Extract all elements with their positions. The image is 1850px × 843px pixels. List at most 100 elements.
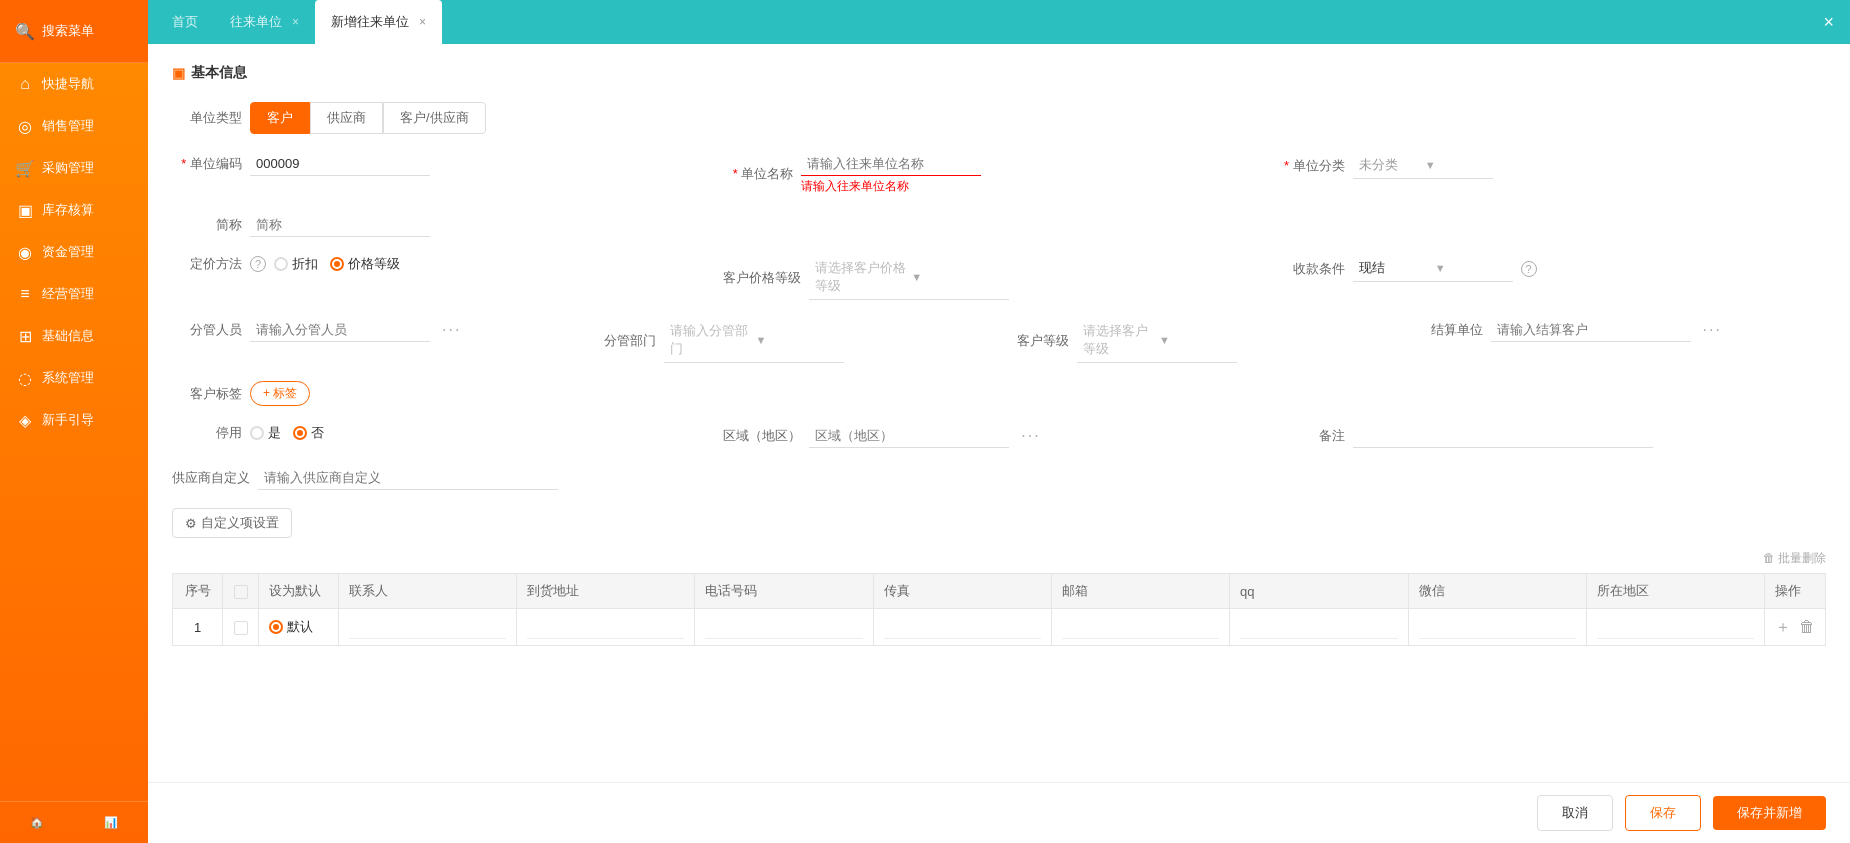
row-region[interactable] [1586, 609, 1764, 646]
customer-price-placeholder: 请选择客户价格等级 [815, 259, 907, 295]
save-and-new-button[interactable]: 保存并新增 [1713, 796, 1826, 830]
sidebar-item-quick-nav[interactable]: ⌂ 快捷导航 [0, 63, 148, 105]
select-all-checkbox[interactable] [234, 585, 248, 599]
contact-input[interactable] [349, 615, 506, 639]
manager-input[interactable] [250, 318, 430, 342]
chevron-down-icon: ▼ [911, 271, 1003, 283]
add-row-button[interactable]: ＋ [1775, 617, 1791, 638]
pricing-radio-group: 折扣 价格等级 [274, 255, 400, 273]
qq-input[interactable] [1240, 615, 1397, 639]
default-label: 默认 [287, 618, 313, 636]
disabled-yes[interactable]: 是 [250, 424, 281, 442]
disabled-no[interactable]: 否 [293, 424, 324, 442]
add-tag-button[interactable]: + 标签 [250, 381, 310, 406]
sidebar-item-purchase[interactable]: 🛒 采购管理 [0, 147, 148, 189]
batch-delete-label[interactable]: 批量删除 [1778, 551, 1826, 565]
default-radio[interactable] [269, 620, 283, 634]
email-input[interactable] [1062, 615, 1219, 639]
discount-radio[interactable] [274, 257, 288, 271]
row-checkbox[interactable] [234, 621, 248, 635]
sidebar-item-basics[interactable]: ⊞ 基础信息 [0, 315, 148, 357]
tab-partners-label: 往来单位 [230, 13, 282, 31]
custom-settings-button[interactable]: ⚙ 自定义项设置 [172, 508, 292, 538]
type-btn-supplier[interactable]: 供应商 [310, 102, 383, 134]
col-contact: 联系人 [339, 574, 517, 609]
payment-terms-select[interactable]: 现结 ▼ [1353, 255, 1513, 282]
default-radio-item[interactable]: 默认 [269, 618, 328, 636]
manager-row: 分管人员 ··· 分管部门 请输入分管部门 ▼ 客户等级 请选择客户等级 ▼ 结… [172, 318, 1826, 363]
customer-level-select[interactable]: 请选择客户等级 ▼ [1077, 318, 1237, 363]
pricing-level[interactable]: 价格等级 [330, 255, 400, 273]
row-contact[interactable] [339, 609, 517, 646]
tab-partners[interactable]: 往来单位 × [214, 0, 315, 44]
sidebar-item-system[interactable]: ◌ 系统管理 [0, 357, 148, 399]
region-more-icon[interactable]: ··· [1017, 427, 1044, 445]
alias-label: 简称 [172, 216, 242, 234]
pricing-discount[interactable]: 折扣 [274, 255, 318, 273]
tab-new-partner[interactable]: 新增往来单位 × [315, 0, 442, 44]
sidebar-item-sales[interactable]: ◎ 销售管理 [0, 105, 148, 147]
region-input2[interactable] [1597, 615, 1754, 639]
alias-input[interactable] [250, 213, 430, 237]
section-title-text: 基本信息 [191, 64, 247, 82]
no-radio[interactable] [293, 426, 307, 440]
unit-info-row: 单位编码 单位名称 请输入往来单位名称 单位分类 未分类 ▼ [172, 152, 1826, 195]
row-email[interactable] [1051, 609, 1229, 646]
address-input[interactable] [527, 615, 684, 639]
row-address[interactable] [517, 609, 695, 646]
sidebar-home-btn[interactable]: 🏠 [0, 810, 74, 835]
tab-new-partner-label: 新增往来单位 [331, 13, 409, 31]
phone-input[interactable] [705, 615, 862, 639]
department-select[interactable]: 请输入分管部门 ▼ [664, 318, 844, 363]
settlement-group: 结算单位 ··· [1413, 318, 1827, 342]
row-fax[interactable] [873, 609, 1051, 646]
sidebar-nav: ⌂ 快捷导航 ◎ 销售管理 🛒 采购管理 ▣ 库存核算 ◉ 资金管理 ≡ 经营管… [0, 63, 148, 441]
delete-row-button[interactable]: 🗑 [1799, 618, 1815, 636]
payment-help-icon[interactable]: ? [1521, 261, 1537, 277]
tab-new-partner-close[interactable]: × [419, 15, 426, 29]
yes-radio[interactable] [250, 426, 264, 440]
sidebar-search[interactable]: 🔍 搜索菜单 [0, 0, 148, 63]
settlement-more-icon[interactable]: ··· [1699, 321, 1726, 339]
type-btn-customer[interactable]: 客户 [250, 102, 310, 134]
unit-category-select[interactable]: 未分类 ▼ [1353, 152, 1493, 179]
tab-partners-close[interactable]: × [292, 15, 299, 29]
wechat-input[interactable] [1419, 615, 1576, 639]
customer-price-select[interactable]: 请选择客户价格等级 ▼ [809, 255, 1009, 300]
sidebar-item-guide[interactable]: ◈ 新手引导 [0, 399, 148, 441]
unit-code-input[interactable] [250, 152, 430, 176]
row-phone[interactable] [695, 609, 873, 646]
sidebar-item-operations[interactable]: ≡ 经营管理 [0, 273, 148, 315]
tab-home[interactable]: 首页 [156, 0, 214, 44]
price-level-radio[interactable] [330, 257, 344, 271]
sidebar-expand-btn[interactable]: 📊 [74, 810, 148, 835]
settlement-input[interactable] [1491, 318, 1691, 342]
custom-settings-label: 自定义项设置 [201, 514, 279, 532]
unit-name-input[interactable] [801, 152, 981, 176]
cancel-button[interactable]: 取消 [1537, 795, 1613, 831]
type-btn-both[interactable]: 客户/供应商 [383, 102, 486, 134]
contact-table: 序号 设为默认 联系人 到货地址 电话号码 传真 邮箱 qq 微信 所在地区 操… [172, 573, 1826, 646]
sidebar-item-label: 资金管理 [42, 243, 94, 261]
chevron-down-icon: ▼ [1159, 334, 1231, 346]
unit-type-row: 单位类型 客户 供应商 客户/供应商 [172, 102, 1826, 134]
row-default: 默认 [259, 609, 339, 646]
department-label: 分管部门 [586, 332, 656, 350]
sidebar-item-inventory[interactable]: ▣ 库存核算 [0, 189, 148, 231]
manager-more-icon[interactable]: ··· [438, 321, 465, 339]
row-action-group: ＋ 🗑 [1775, 617, 1815, 638]
remarks-input[interactable] [1353, 424, 1653, 448]
supplier-custom-input[interactable] [258, 466, 558, 490]
tab-home-label: 首页 [172, 13, 198, 31]
row-wechat[interactable] [1408, 609, 1586, 646]
col-phone: 电话号码 [695, 574, 873, 609]
sidebar-item-label: 采购管理 [42, 159, 94, 177]
pricing-help-icon[interactable]: ? [250, 256, 266, 272]
close-all-button[interactable]: × [1815, 12, 1842, 33]
region-input[interactable] [809, 424, 1009, 448]
fax-input[interactable] [884, 615, 1041, 639]
unit-type-label: 单位类型 [172, 109, 242, 127]
row-qq[interactable] [1230, 609, 1408, 646]
sidebar-item-finance[interactable]: ◉ 资金管理 [0, 231, 148, 273]
save-button[interactable]: 保存 [1625, 795, 1701, 831]
